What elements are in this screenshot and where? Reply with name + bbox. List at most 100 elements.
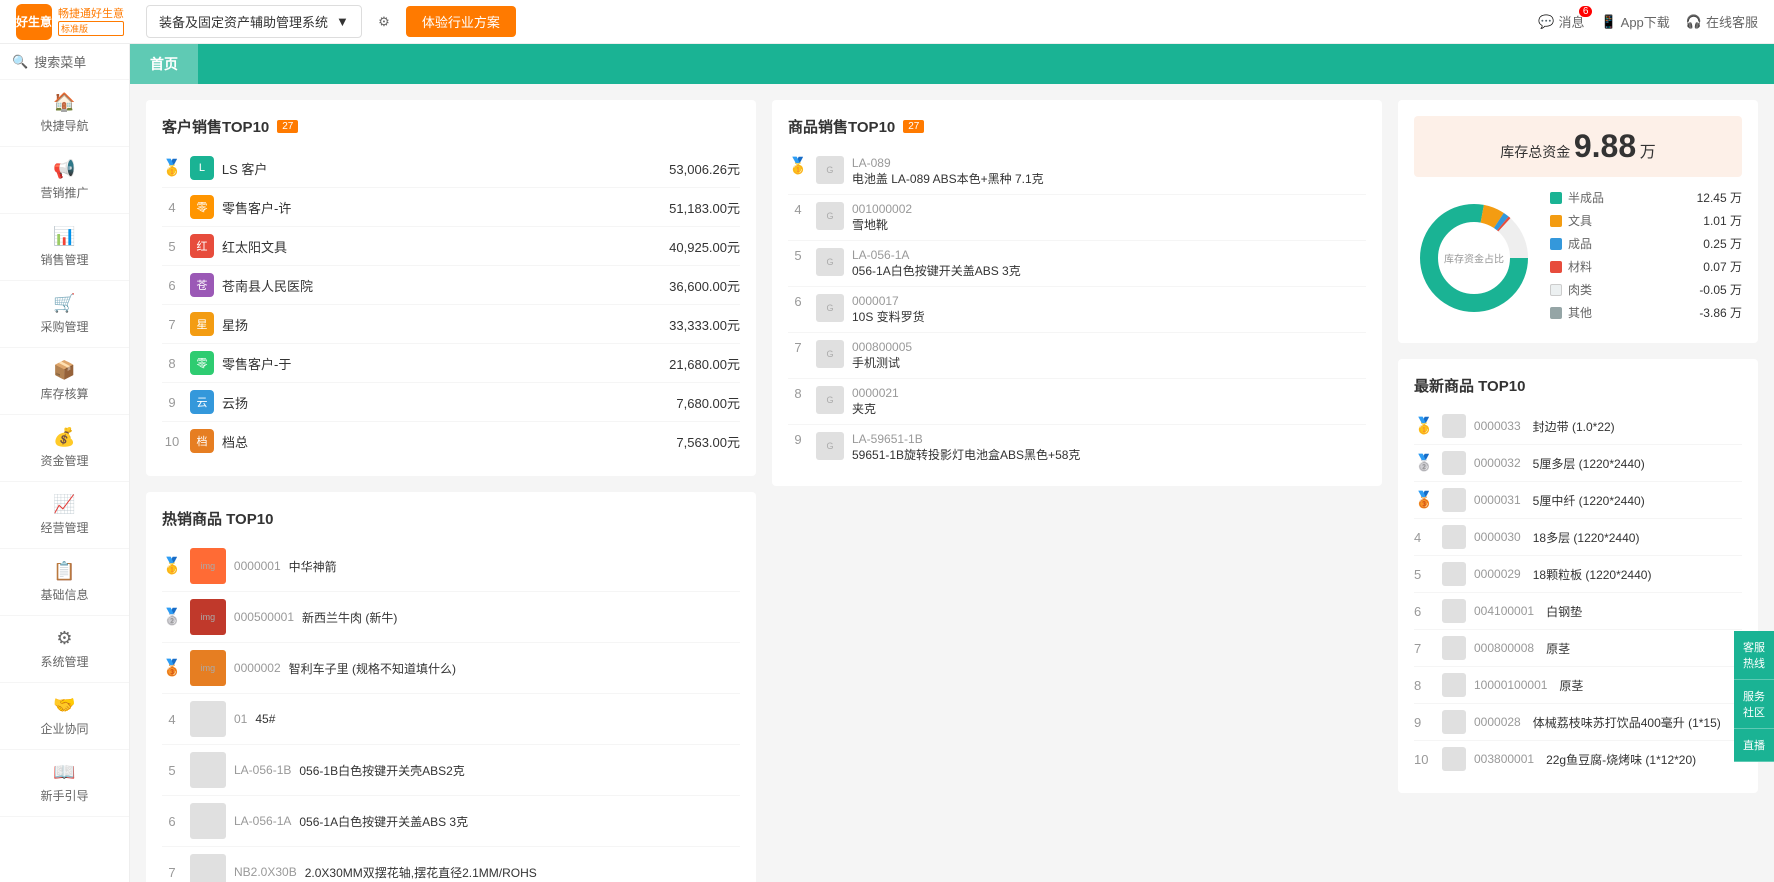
hot-products-card: 热销商品 TOP10 🥇 img 0000001 中华神箭 🥈 img 000 <box>146 492 756 882</box>
rank-badge: 红 <box>190 234 214 258</box>
sidebar-item-inventory[interactable]: 📦 库存核算 <box>0 348 129 415</box>
legend-color-icon <box>1550 238 1562 250</box>
system-selector[interactable]: 装备及固定资产辅助管理系统 ▼ <box>146 5 362 38</box>
app-download-button[interactable]: 📱 App下载 <box>1600 12 1669 31</box>
list-item: 8 零 零售客户-于 21,680.00元 <box>162 344 740 383</box>
product-image <box>1442 488 1466 512</box>
sidebar-item-nav[interactable]: 🏠 快捷导航 <box>0 80 129 147</box>
rank-name: 星扬 <box>222 315 661 334</box>
legend-value: 12.45 万 <box>1697 189 1742 206</box>
inventory-label: 库存总资金 <box>1500 144 1570 160</box>
legend-name: 文具 <box>1568 212 1697 229</box>
product-name: 体械荔枝味苏打饮品400毫升 (1*15) <box>1533 714 1721 731</box>
product-image <box>1442 414 1466 438</box>
legend-item: 材料 0.07 万 <box>1550 258 1742 275</box>
sidebar-item-operations[interactable]: 📈 经营管理 <box>0 482 129 549</box>
sidebar-item-label: 销售管理 <box>40 251 88 268</box>
float-btn-service[interactable]: 客服热线 <box>1734 631 1774 680</box>
list-item: 7 星 星扬 33,333.00元 <box>162 305 740 344</box>
list-item: 5 红 红太阳文具 40,925.00元 <box>162 227 740 266</box>
sidebar-item-label: 企业协同 <box>40 720 88 737</box>
headset-icon: 🎧 <box>1686 14 1702 30</box>
product-image <box>190 752 226 788</box>
message-button[interactable]: 💬 消息 6 <box>1538 12 1584 31</box>
list-item: 6 G 0000017 10S 变料罗货 <box>788 287 1366 333</box>
nav-item-home[interactable]: 首页 <box>130 44 198 84</box>
rank-amount: 53,006.26元 <box>669 159 740 178</box>
product-code: 0000028 <box>1474 715 1521 729</box>
settings-button[interactable]: ⚙ <box>370 8 398 36</box>
product-image: G <box>816 340 844 368</box>
rank-num: 10 <box>1414 752 1434 767</box>
sidebar-item-system[interactable]: ⚙ 系统管理 <box>0 616 129 683</box>
search-menu-item[interactable]: 🔍 搜索菜单 <box>0 44 129 80</box>
inventory-amount: 9.88 <box>1574 128 1636 164</box>
rank-badge: L <box>190 156 214 180</box>
cart-icon: 🛒 <box>53 293 75 314</box>
product-image: G <box>816 156 844 184</box>
middle-column: 商品销售TOP10 27 🥇 G LA-089 电池盖 LA-089 ABS本色… <box>772 100 1382 882</box>
product-code: 0000031 <box>1474 493 1521 507</box>
list-item: 5 LA-056-1B 056-1B白色按键开关壳ABS2克 <box>162 745 740 796</box>
product-image <box>1442 525 1466 549</box>
sidebar-item-enterprise[interactable]: 🤝 企业协同 <box>0 683 129 750</box>
sidebar-item-guide[interactable]: 📖 新手引导 <box>0 750 129 817</box>
product-code: 0000001 <box>234 559 281 573</box>
sidebar-item-label: 采购管理 <box>40 318 88 335</box>
trending-icon: 📈 <box>53 494 75 515</box>
product-code: 0000029 <box>1474 567 1521 581</box>
medal-icon: 🥈 <box>1414 453 1434 473</box>
list-item: 🥉 0000031 5厘中纤 (1220*2440) <box>1414 482 1742 519</box>
sidebar-item-marketing[interactable]: 📢 营销推广 <box>0 147 129 214</box>
customer-ranking-list: 🥇 L LS 客户 53,006.26元 4 零 零售客户-许 51,183.0… <box>162 149 740 460</box>
legend-name: 半成品 <box>1568 189 1691 206</box>
sidebar-item-basics[interactable]: 📋 基础信息 <box>0 549 129 616</box>
legend-value: -3.86 万 <box>1699 304 1742 321</box>
product-image <box>1442 673 1466 697</box>
sidebar-item-label: 快捷导航 <box>40 117 88 134</box>
rank-num: 8 <box>162 356 182 371</box>
product-image: img <box>190 548 226 584</box>
product-code: NB2.0X30B <box>234 865 297 879</box>
float-btn-community[interactable]: 服务社区 <box>1734 680 1774 729</box>
product-code: 0000030 <box>1474 530 1521 544</box>
rank-num: 6 <box>788 294 808 309</box>
product-image: G <box>816 294 844 322</box>
list-item: 4 0000030 18多层 (1220*2440) <box>1414 519 1742 556</box>
sidebar-item-finance[interactable]: 💰 资金管理 <box>0 415 129 482</box>
sidebar-item-purchase[interactable]: 🛒 采购管理 <box>0 281 129 348</box>
legend-value: 1.01 万 <box>1703 212 1742 229</box>
logo-badge: 标准版 <box>58 21 124 36</box>
list-item: 🥇 L LS 客户 53,006.26元 <box>162 149 740 188</box>
legend-item: 成品 0.25 万 <box>1550 235 1742 252</box>
list-item: 5 G LA-056-1A 056-1A白色按键开关盖ABS 3克 <box>788 241 1366 287</box>
product-image: G <box>816 248 844 276</box>
sidebar-item-label: 经营管理 <box>40 519 88 536</box>
product-name: 新西兰牛肉 (新牛) <box>302 609 397 626</box>
float-btn-broadcast[interactable]: 直播 <box>1734 729 1774 762</box>
inventory-summary: 库存总资金 9.88 万 <box>1414 116 1742 177</box>
clipboard-icon: 📋 <box>53 561 75 582</box>
home-nav-label: 首页 <box>150 54 178 74</box>
product-image: G <box>816 432 844 460</box>
trial-button[interactable]: 体验行业方案 <box>406 6 516 37</box>
product-image: G <box>816 386 844 414</box>
new-products-title: 最新商品 TOP10 <box>1414 375 1525 396</box>
rank-name: 零售客户-许 <box>222 198 661 217</box>
sidebar-item-sales[interactable]: 📊 销售管理 <box>0 214 129 281</box>
list-item: 🥇 G LA-089 电池盖 LA-089 ABS本色+黑种 7.1克 <box>788 149 1366 195</box>
rank-num: 7 <box>162 317 182 332</box>
product-code: LA-59651-1B <box>852 432 1366 446</box>
product-name: 10S 变料罗货 <box>852 308 1366 325</box>
product-code: 0000021 <box>852 386 1366 400</box>
customer-ranking-badge: 27 <box>277 120 298 133</box>
float-btn-label: 服务社区 <box>1743 691 1765 719</box>
product-info: LA-59651-1B 59651-1B旋转投影灯电池盒ABS黑色+58克 <box>852 432 1366 463</box>
rank-badge: 星 <box>190 312 214 336</box>
box-icon: 📦 <box>53 360 75 381</box>
medal-icon: 🥇 <box>1414 416 1434 436</box>
product-name: 封边带 (1.0*22) <box>1533 418 1615 435</box>
online-service-button[interactable]: 🎧 在线客服 <box>1686 12 1758 31</box>
product-code: 0000033 <box>1474 419 1521 433</box>
product-name: 45# <box>255 712 275 726</box>
